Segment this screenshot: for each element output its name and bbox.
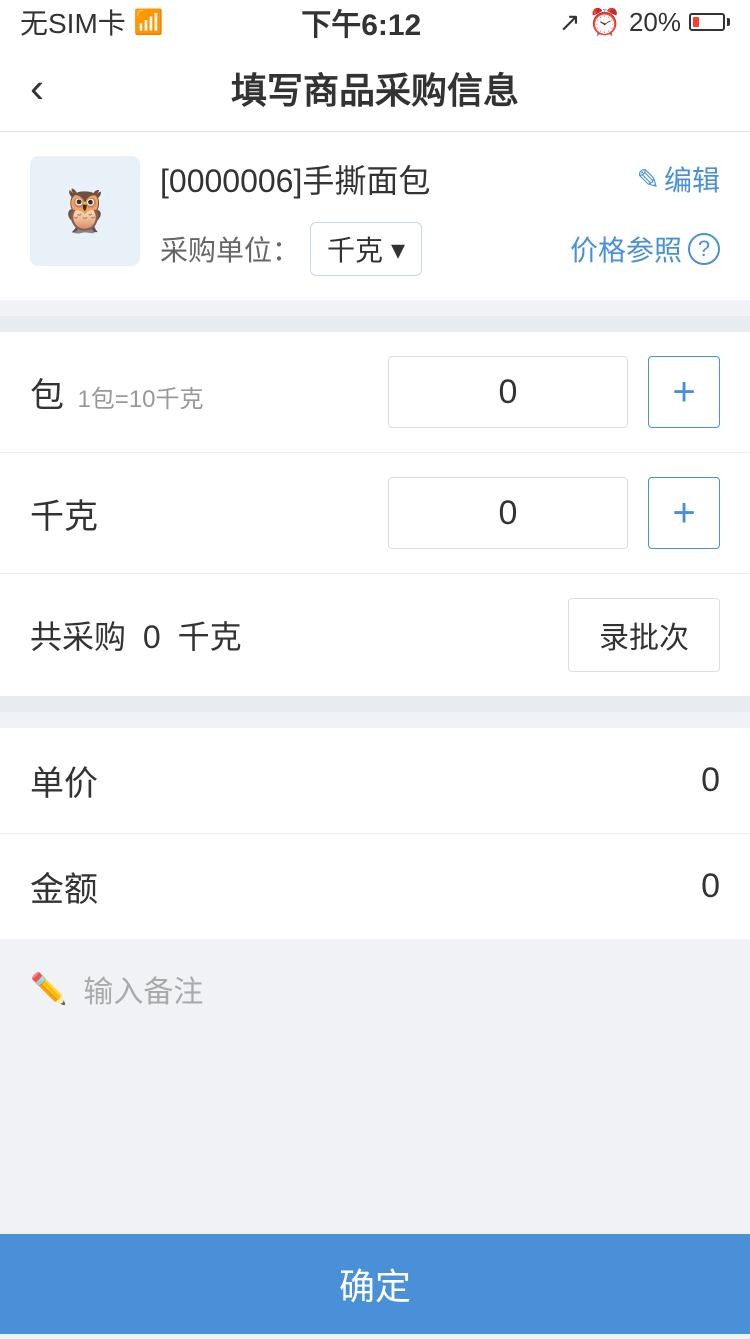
kg-quantity-input[interactable]: 0 [388, 477, 628, 549]
product-card: 🦉 [0000006]手撕面包 ✎ 编辑 采购单位： 千克 ▾ 价格参照 ? [0, 132, 750, 300]
product-info: [0000006]手撕面包 ✎ 编辑 采购单位： 千克 ▾ 价格参照 ? [160, 156, 720, 276]
kg-quantity-value: 0 [499, 494, 518, 533]
section-divider-2 [0, 696, 750, 712]
kg-label: 千克 [30, 489, 150, 538]
package-input-row: 包 1包=10千克 0 + [0, 332, 750, 453]
kg-plus-button[interactable]: + [648, 477, 720, 549]
page-title: 填写商品采购信息 [231, 62, 519, 114]
notes-section[interactable]: ✏️ 输入备注 [0, 939, 750, 1039]
price-section: 单价 0 金额 0 [0, 728, 750, 939]
summary-amount: 0 [143, 619, 161, 655]
confirm-button[interactable]: 确定 [0, 1234, 750, 1334]
product-name-row: [0000006]手撕面包 ✎ 编辑 [160, 156, 720, 202]
pencil-icon: ✏️ [30, 972, 67, 1007]
price-ref-label: 价格参照 [570, 229, 682, 269]
product-image: 🦉 [30, 156, 140, 266]
status-left: 无SIM卡 📶 [20, 2, 164, 42]
info-icon: ? [688, 233, 720, 265]
amount-label: 金额 [30, 862, 98, 911]
unit-select[interactable]: 千克 ▾ [310, 222, 422, 276]
summary-text: 共采购 0 千克 [30, 612, 242, 658]
unit-price-label: 单价 [30, 756, 98, 805]
package-plus-button[interactable]: + [648, 356, 720, 428]
unit-label: 采购单位： [160, 229, 300, 269]
unit-price-row: 单价 0 [0, 728, 750, 834]
edit-icon: ✎ [637, 163, 660, 196]
product-logo-icon: 🦉 [59, 187, 111, 236]
package-quantity-value: 0 [499, 373, 518, 412]
product-unit-row: 采购单位： 千克 ▾ 价格参照 ? [160, 222, 720, 276]
edit-button[interactable]: ✎ 编辑 [637, 159, 720, 199]
battery-percent: 20% [629, 7, 681, 38]
product-name: [0000006]手撕面包 [160, 156, 430, 202]
summary-row: 共采购 0 千克 录批次 [0, 574, 750, 696]
back-button[interactable]: ‹ [30, 67, 44, 109]
edit-label: 编辑 [664, 159, 720, 199]
section-divider-1 [0, 316, 750, 332]
carrier-label: 无SIM卡 [20, 2, 126, 42]
amount-row: 金额 0 [0, 834, 750, 939]
price-ref-button[interactable]: 价格参照 ? [570, 229, 720, 269]
summary-prefix: 共采购 [30, 619, 126, 655]
dropdown-icon: ▾ [391, 233, 405, 266]
kg-input-row: 千克 0 + [0, 453, 750, 574]
notes-placeholder: 输入备注 [83, 967, 203, 1011]
batch-button[interactable]: 录批次 [568, 598, 720, 672]
package-quantity-input[interactable]: 0 [388, 356, 628, 428]
time-label: 下午6:12 [301, 0, 421, 44]
summary-unit: 千克 [178, 619, 242, 655]
battery-icon [689, 13, 730, 31]
wifi-icon: 📶 [134, 8, 164, 37]
amount-value: 0 [701, 867, 720, 906]
status-right: ↗ ⏰ 20% [559, 7, 730, 38]
package-label: 包 1包=10千克 [30, 368, 204, 417]
status-bar: 无SIM卡 📶 下午6:12 ↗ ⏰ 20% [0, 0, 750, 44]
unit-value: 千克 [327, 229, 383, 269]
package-sub-label: 1包=10千克 [77, 386, 203, 413]
alarm-icon: ⏰ [589, 7, 621, 38]
nav-bar: ‹ 填写商品采购信息 [0, 44, 750, 132]
package-input-section: 包 1包=10千克 0 + 千克 0 + [0, 332, 750, 574]
location-icon: ↗ [559, 7, 581, 38]
unit-price-value: 0 [701, 761, 720, 800]
